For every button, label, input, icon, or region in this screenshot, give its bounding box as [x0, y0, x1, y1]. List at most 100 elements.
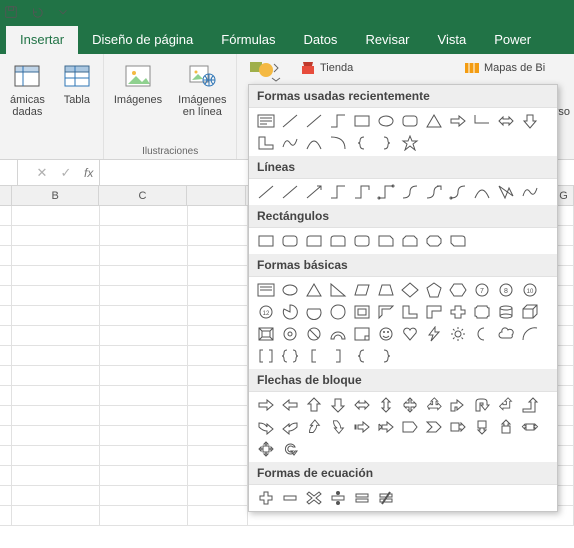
col-stub[interactable] [0, 186, 12, 206]
b-diamond-icon[interactable] [399, 280, 421, 300]
b-can-icon[interactable] [495, 302, 517, 322]
line-arrow-icon[interactable] [303, 182, 325, 202]
ba-ud-icon[interactable] [375, 395, 397, 415]
scribble2-icon[interactable] [519, 182, 541, 202]
elbow3-icon[interactable] [375, 182, 397, 202]
b-halfframe-icon[interactable] [375, 302, 397, 322]
ba-lrcallout-icon[interactable] [519, 417, 541, 437]
b-pent-icon[interactable] [423, 280, 445, 300]
ba-up-icon[interactable] [303, 395, 325, 415]
ba-striped-icon[interactable] [351, 417, 373, 437]
curve3-icon[interactable] [447, 182, 469, 202]
shape-rect-icon[interactable] [351, 111, 373, 131]
curve2-icon[interactable] [423, 182, 445, 202]
b-bolt-icon[interactable] [423, 324, 445, 344]
ba-quad-icon[interactable] [399, 395, 421, 415]
ba-rcallout-icon[interactable] [447, 417, 469, 437]
shape-connector-icon[interactable] [327, 111, 349, 131]
ba-curvu-icon[interactable] [303, 417, 325, 437]
shape-rarrow-icon[interactable] [447, 111, 469, 131]
b-rtri-icon[interactable] [327, 280, 349, 300]
eq-neq-icon[interactable] [375, 488, 397, 508]
b-donut-icon[interactable] [279, 324, 301, 344]
shape-scribble-icon[interactable] [279, 133, 301, 153]
b-hex-icon[interactable] [447, 280, 469, 300]
ba-right-icon[interactable] [255, 395, 277, 415]
ba-quadcallout-icon[interactable] [255, 439, 277, 459]
b-lbracket-icon[interactable] [303, 346, 325, 366]
rect4-icon[interactable] [327, 231, 349, 251]
b-trap-icon[interactable] [375, 280, 397, 300]
shape-line2-icon[interactable] [303, 111, 325, 131]
rect3-icon[interactable] [303, 231, 325, 251]
shape-elbow-icon[interactable] [471, 111, 493, 131]
freeform-icon[interactable] [495, 182, 517, 202]
col-d-hidden[interactable] [187, 186, 247, 206]
rect2-icon[interactable] [279, 231, 301, 251]
b-sun-icon[interactable] [447, 324, 469, 344]
b-rbracket-icon[interactable] [327, 346, 349, 366]
ba-pentagon-icon[interactable] [399, 417, 421, 437]
qat-dropdown-icon[interactable] [56, 5, 70, 19]
ba-curvl-icon[interactable] [279, 417, 301, 437]
curve1-icon[interactable] [399, 182, 421, 202]
ba-uturn-icon[interactable] [471, 395, 493, 415]
ba-dcallout-icon[interactable] [471, 417, 493, 437]
save-icon[interactable] [4, 5, 18, 19]
ba-down-icon[interactable] [327, 395, 349, 415]
tab-revisar[interactable]: Revisar [351, 26, 423, 54]
b-bevel-icon[interactable] [255, 324, 277, 344]
tab-vista[interactable]: Vista [424, 26, 481, 54]
ba-lup-icon[interactable] [495, 395, 517, 415]
b-oval-icon[interactable] [279, 280, 301, 300]
enter-button[interactable]: ✓ [54, 165, 78, 181]
line2-icon[interactable] [279, 182, 301, 202]
cancel-button[interactable]: ✕ [30, 165, 54, 181]
b-moon-icon[interactable] [471, 324, 493, 344]
shape-lbrace-icon[interactable] [351, 133, 373, 153]
shape-lshape-icon[interactable] [255, 133, 277, 153]
b-hept-icon[interactable]: 7 [471, 280, 493, 300]
shape-textbox-icon[interactable] [255, 111, 277, 131]
store-button[interactable]: Tienda [300, 60, 353, 76]
eq-plus-icon[interactable] [255, 488, 277, 508]
rect6-icon[interactable] [375, 231, 397, 251]
tab-diseno[interactable]: Diseño de página [78, 26, 207, 54]
eq-minus-icon[interactable] [279, 488, 301, 508]
maps-button[interactable]: Mapas de Bi [464, 60, 545, 76]
eq-equal-icon[interactable] [351, 488, 373, 508]
table-button[interactable]: Tabla [59, 58, 95, 120]
b-chord-icon[interactable] [303, 302, 325, 322]
tab-datos[interactable]: Datos [289, 26, 351, 54]
shape-oval-icon[interactable] [375, 111, 397, 131]
b-pie-icon[interactable] [279, 302, 301, 322]
shape-roundrect-icon[interactable] [399, 111, 421, 131]
eq-div-icon[interactable] [327, 488, 349, 508]
ba-lur-icon[interactable] [423, 395, 445, 415]
b-dbracket-icon[interactable] [255, 346, 277, 366]
pivot-table-button[interactable]: ámicasdadas [8, 58, 47, 120]
b-oct-icon[interactable]: 8 [495, 280, 517, 300]
shapes-dropdown-button[interactable] [248, 58, 282, 85]
elbow1-icon[interactable] [327, 182, 349, 202]
b-fold-icon[interactable] [351, 324, 373, 344]
b-frame-icon[interactable] [351, 302, 373, 322]
ba-chevron-icon[interactable] [423, 417, 445, 437]
b-textbox-icon[interactable] [255, 280, 277, 300]
shape-darrow-icon[interactable] [519, 111, 541, 131]
b-tear-icon[interactable] [327, 302, 349, 322]
b-cross-icon[interactable] [447, 302, 469, 322]
fx-button[interactable]: fx [78, 166, 99, 180]
ba-bentup-icon[interactable] [519, 395, 541, 415]
shape-rbrace-icon[interactable] [375, 133, 397, 153]
rect7-icon[interactable] [399, 231, 421, 251]
col-b[interactable]: B [12, 186, 99, 206]
rect8-icon[interactable] [423, 231, 445, 251]
b-heart-icon[interactable] [399, 324, 421, 344]
rect9-icon[interactable] [447, 231, 469, 251]
b-dec-icon[interactable]: 10 [519, 280, 541, 300]
online-images-button[interactable]: Imágenesen línea [176, 58, 228, 120]
tab-power[interactable]: Power [480, 26, 545, 54]
rect1-icon[interactable] [255, 231, 277, 251]
ba-circular-icon[interactable] [279, 439, 301, 459]
